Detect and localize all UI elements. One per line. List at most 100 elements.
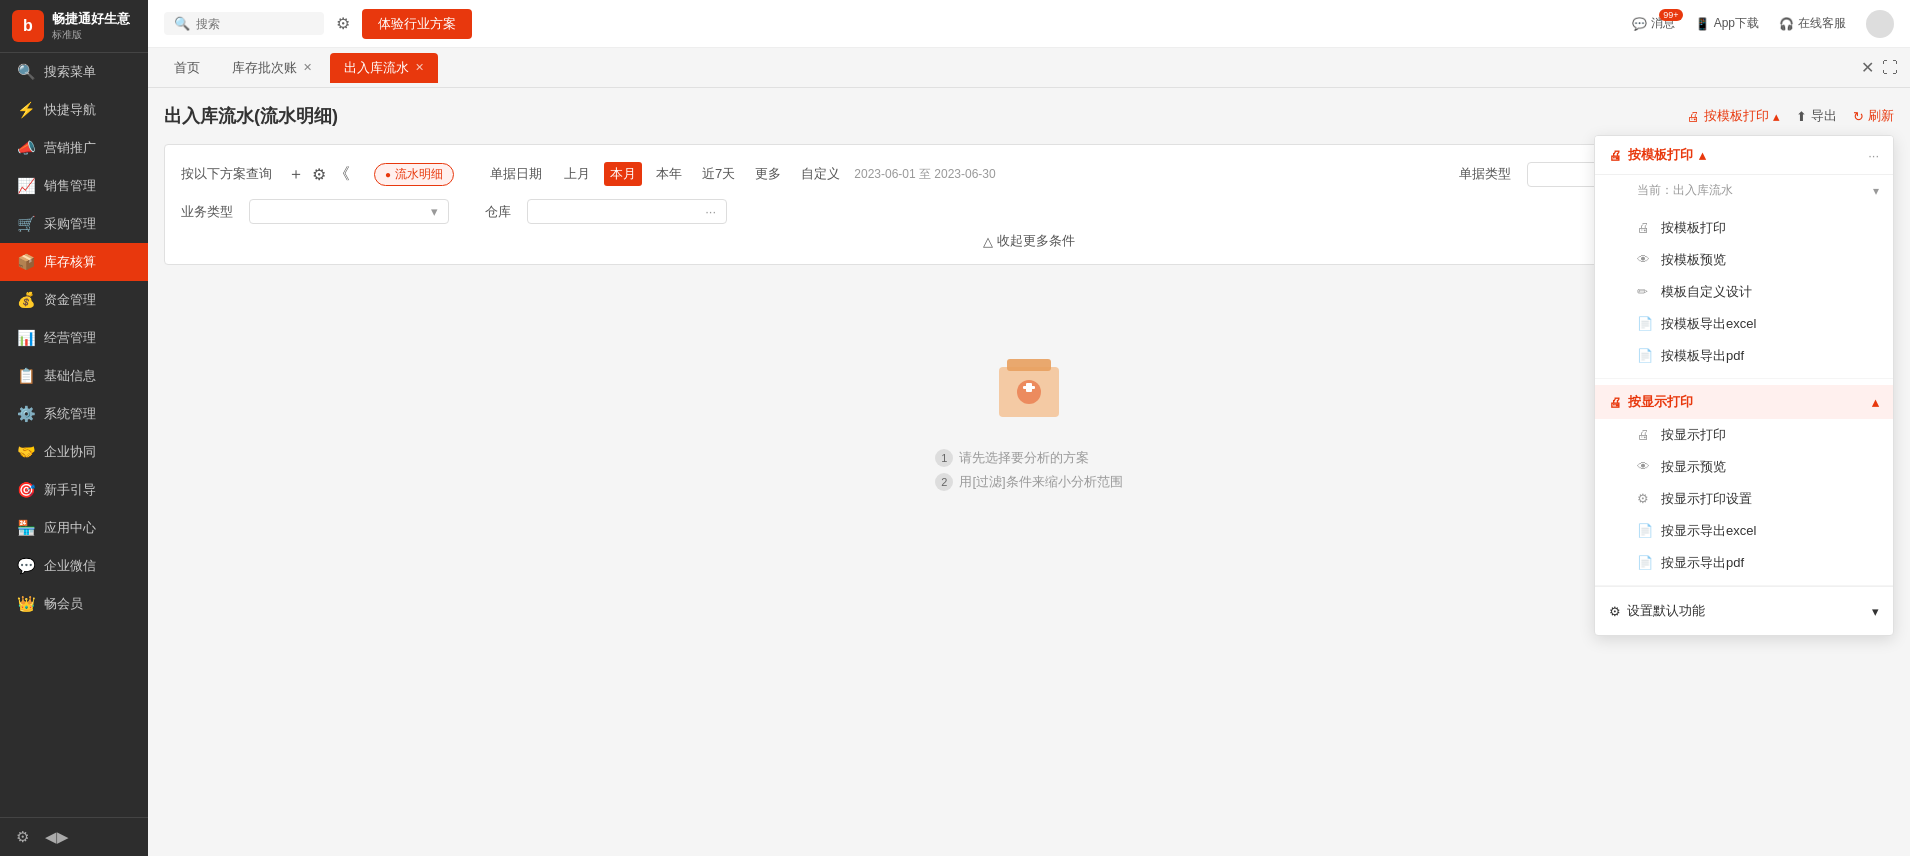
app-download-button[interactable]: 📱 App下载 xyxy=(1695,15,1759,32)
sidebar-item-marketing[interactable]: 📣 营销推广 xyxy=(0,129,148,167)
dropdown-display-export-pdf-item[interactable]: 📄 按显示导出pdf xyxy=(1595,547,1893,579)
topbar-right: 💬 消息 99+ 📱 App下载 🎧 在线客服 xyxy=(1632,10,1894,38)
warehouse-select[interactable]: ··· xyxy=(527,199,727,224)
template-print-button[interactable]: 🖨 按模板打印 xyxy=(1687,107,1780,125)
biz-type-select[interactable] xyxy=(249,199,449,224)
sidebar-item-guide[interactable]: 🎯 新手引导 xyxy=(0,471,148,509)
biz-type-label: 业务类型 xyxy=(181,203,233,221)
sidebar-logo: b 畅捷通好生意 标准版 xyxy=(0,0,148,53)
tab-batch-account-close[interactable]: ✕ xyxy=(303,61,312,74)
dropdown-template-preview-item[interactable]: 👁 按模板预览 xyxy=(1595,244,1893,276)
sidebar-item-wechat[interactable]: 💬 企业微信 xyxy=(0,547,148,585)
biz-type-chevron xyxy=(431,204,438,219)
date-btn-last-month[interactable]: 上月 xyxy=(558,162,596,186)
date-btn-this-month[interactable]: 本月 xyxy=(604,162,642,186)
tab-batch-account[interactable]: 库存批次账 ✕ xyxy=(218,53,326,83)
template-print-dropdown: 🖨 按模板打印 ··· 当前：出入库流水 xyxy=(1594,135,1894,636)
template-preview-icon: 👁 xyxy=(1637,252,1653,268)
dropdown-display-preview-item[interactable]: 👁 按显示预览 xyxy=(1595,451,1893,483)
topbar-search-input[interactable] xyxy=(196,17,296,31)
sidebar-item-vip[interactable]: 👑 畅会员 xyxy=(0,585,148,623)
chevron-up-icon xyxy=(1773,109,1780,124)
system-icon: ⚙️ xyxy=(16,405,36,423)
tab-flow-detail-close[interactable]: ✕ xyxy=(415,61,424,74)
refresh-button[interactable]: ↻ 刷新 xyxy=(1853,107,1894,125)
sidebar-item-basic[interactable]: 📋 基础信息 xyxy=(0,357,148,395)
dropdown-template-export-pdf-item[interactable]: 📄 按模板导出pdf xyxy=(1595,340,1893,372)
sidebar-item-purchase[interactable]: 🛒 采购管理 xyxy=(0,205,148,243)
operation-icon: 📊 xyxy=(16,329,36,347)
quick-nav-icon: ⚡ xyxy=(16,101,36,119)
page-header: 出入库流水(流水明细) 🖨 按模板打印 ⬆ 导出 ↻ 刷新 xyxy=(164,104,1894,128)
dropdown-current-label: 当前：出入库流水 xyxy=(1595,175,1893,206)
dropdown-more-icon[interactable]: ··· xyxy=(1868,148,1879,163)
sidebar-item-quick-nav[interactable]: ⚡ 快捷导航 xyxy=(0,91,148,129)
sidebar-item-enterprise[interactable]: 🤝 企业协同 xyxy=(0,433,148,471)
sidebar-item-app-center[interactable]: 🏪 应用中心 xyxy=(0,509,148,547)
date-btn-last-7-days[interactable]: 近7天 xyxy=(696,162,741,186)
message-button[interactable]: 💬 消息 99+ xyxy=(1632,15,1675,32)
page-actions: 🖨 按模板打印 ⬆ 导出 ↻ 刷新 🖨 xyxy=(1687,107,1894,125)
basic-icon: 📋 xyxy=(16,367,36,385)
settings-icon[interactable]: ⚙ xyxy=(16,828,29,846)
export-button[interactable]: ⬆ 导出 xyxy=(1796,107,1837,125)
dropdown-current-chevron[interactable] xyxy=(1873,184,1879,198)
sidebar-item-sales[interactable]: 📈 销售管理 xyxy=(0,167,148,205)
tab-flow-detail[interactable]: 出入库流水 ✕ xyxy=(330,53,438,83)
tab-maximize-icon[interactable]: ⛶ xyxy=(1882,59,1898,77)
logo-text: 畅捷通好生意 标准版 xyxy=(52,11,130,41)
warehouse-more-icon[interactable]: ··· xyxy=(705,204,716,219)
template-print-sub-icon: 🖨 xyxy=(1637,220,1653,236)
date-btn-custom[interactable]: 自定义 xyxy=(795,162,846,186)
tab-close-all-icon[interactable]: ✕ xyxy=(1861,58,1874,77)
filter-collapse-icon[interactable]: 《 xyxy=(334,164,350,185)
template-export-pdf-icon: 📄 xyxy=(1637,348,1653,364)
sidebar-item-inventory[interactable]: 📦 库存核算 xyxy=(0,243,148,281)
collapse-sidebar-icon[interactable]: ◀▶ xyxy=(45,828,69,846)
dropdown-display-section-header[interactable]: 🖨 按显示打印 xyxy=(1595,385,1893,419)
marketing-icon: 📣 xyxy=(16,139,36,157)
filter-active-tag[interactable]: ● 流水明细 xyxy=(374,163,454,186)
industry-solution-button[interactable]: 体验行业方案 xyxy=(362,9,472,39)
display-setting-icon: ⚙ xyxy=(1637,491,1653,507)
topbar-gear-icon[interactable]: ⚙ xyxy=(336,14,350,33)
dropdown-section-template: 🖨 按模板打印 👁 按模板预览 ✏ 模板自定义设计 📄 xyxy=(1595,206,1893,379)
sidebar-item-operation[interactable]: 📊 经营管理 xyxy=(0,319,148,357)
svg-rect-1 xyxy=(1007,359,1051,371)
dropdown-template-print-item[interactable]: 🖨 按模板打印 xyxy=(1595,212,1893,244)
date-btn-more[interactable]: 更多 xyxy=(749,162,787,186)
sidebar-item-search[interactable]: 🔍 搜索菜单 xyxy=(0,53,148,91)
sidebar-item-system[interactable]: ⚙️ 系统管理 xyxy=(0,395,148,433)
tab-home[interactable]: 首页 xyxy=(160,53,214,83)
display-preview-icon: 👁 xyxy=(1637,459,1653,475)
guide-icon: 🎯 xyxy=(16,481,36,499)
customer-service-button[interactable]: 🎧 在线客服 xyxy=(1779,15,1846,32)
dropdown-display-print-item[interactable]: 🖨 按显示打印 xyxy=(1595,419,1893,451)
date-btn-this-year[interactable]: 本年 xyxy=(650,162,688,186)
dropdown-template-custom-item[interactable]: ✏ 模板自定义设计 xyxy=(1595,276,1893,308)
download-icon: 📱 xyxy=(1695,17,1710,31)
empty-tip-1: 1 请先选择要分析的方案 xyxy=(935,449,1122,467)
empty-tips: 1 请先选择要分析的方案 2 用[过滤]条件来缩小分析范围 xyxy=(935,449,1122,491)
filter-settings-icon[interactable]: ⚙ xyxy=(312,165,326,184)
display-section-icon: 🖨 xyxy=(1609,395,1622,410)
tabbar: 首页 库存批次账 ✕ 出入库流水 ✕ ✕ ⛶ xyxy=(148,48,1910,88)
user-avatar[interactable] xyxy=(1866,10,1894,38)
app-center-icon: 🏪 xyxy=(16,519,36,537)
tag-circle-icon: ● xyxy=(385,169,391,180)
display-export-pdf-icon: 📄 xyxy=(1637,555,1653,571)
dropdown-display-export-excel-item[interactable]: 📄 按显示导出excel xyxy=(1595,515,1893,547)
vip-icon: 👑 xyxy=(16,595,36,613)
topbar-search-box[interactable]: 🔍 xyxy=(164,12,324,35)
search-menu-icon: 🔍 xyxy=(16,63,36,81)
topbar-search-icon: 🔍 xyxy=(174,16,190,31)
filter-add-icon[interactable]: ＋ xyxy=(288,164,304,185)
bill-type-label: 单据类型 xyxy=(1459,165,1511,183)
sidebar-item-finance[interactable]: 💰 资金管理 xyxy=(0,281,148,319)
sales-icon: 📈 xyxy=(16,177,36,195)
display-export-excel-icon: 📄 xyxy=(1637,523,1653,539)
topbar: 🔍 ⚙ 体验行业方案 💬 消息 99+ 📱 App下载 🎧 在线客服 xyxy=(148,0,1910,48)
dropdown-template-export-excel-item[interactable]: 📄 按模板导出excel xyxy=(1595,308,1893,340)
dropdown-display-print-setting-item[interactable]: ⚙ 按显示打印设置 xyxy=(1595,483,1893,515)
dropdown-default-function-item[interactable]: ⚙ 设置默认功能 xyxy=(1609,595,1879,627)
